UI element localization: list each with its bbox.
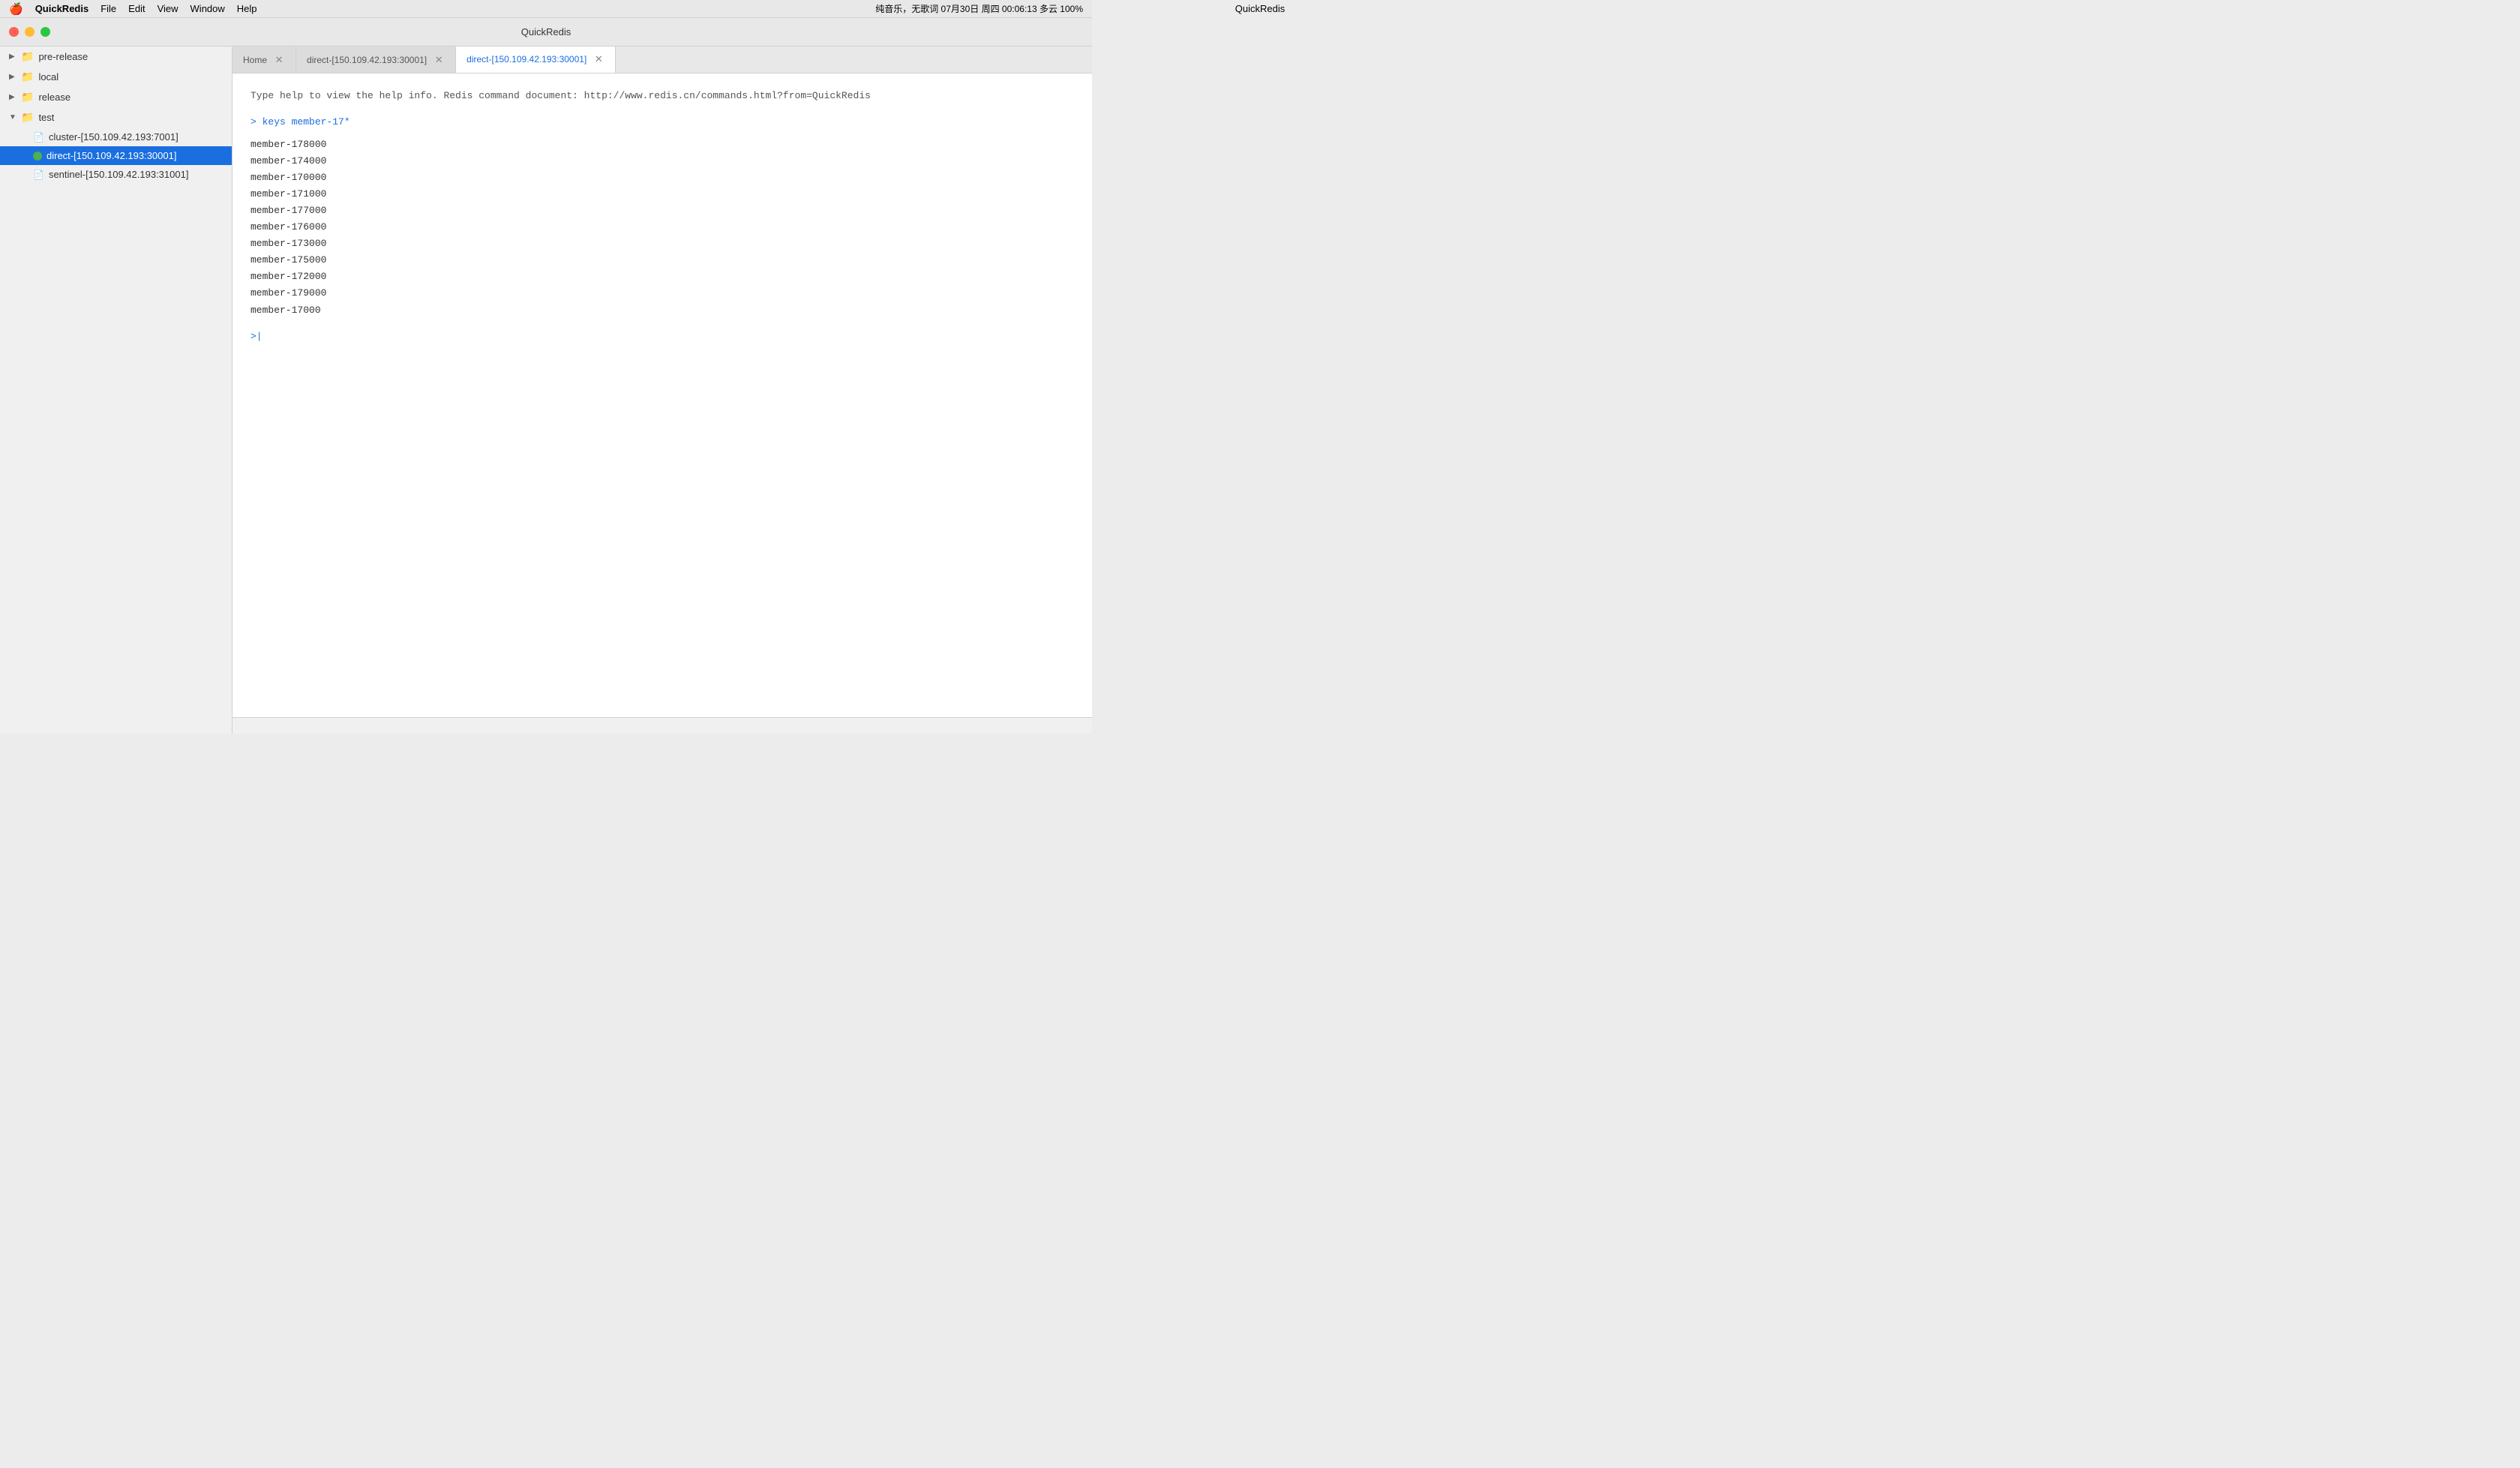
menu-file[interactable]: File [100,3,116,14]
folder-icon: 📁 [21,111,34,124]
folder-icon: 📁 [21,50,34,63]
sidebar-item-sentinel[interactable]: ▶ 📄 sentinel-[150.109.42.193:31001] [0,165,232,184]
window-title: QuickRedis [521,26,571,38]
sidebar: ▶ 📁 pre-release ▶ 📁 local ▶ 📁 release ▼ … [0,47,232,734]
terminal-result-line: member-172000 [250,269,1074,285]
sidebar-item-release[interactable]: ▶ 📁 release [0,87,232,107]
connected-icon [33,152,42,161]
main-layout: ▶ 📁 pre-release ▶ 📁 local ▶ 📁 release ▼ … [0,47,1092,734]
app-window: QuickRedis ▶ 📁 pre-release ▶ 📁 local ▶ 📁… [0,18,1092,734]
sidebar-label-test: test [38,112,223,123]
chevron-right-icon: ▶ [9,53,20,61]
tab-direct2-label: direct-[150.109.42.193:30001] [466,54,586,65]
sidebar-item-pre-release[interactable]: ▶ 📁 pre-release [0,47,232,67]
sidebar-label-cluster: cluster-[150.109.42.193:7001] [49,131,223,143]
menu-bar-right: 纯音乐，无歌词 07月30日 周四 00:06:13 多云 100% [875,2,1083,15]
terminal-command: keys member-17* [250,115,1074,131]
terminal-help-text: Type help to view the help info. Redis c… [250,89,1074,104]
folder-icon: 📁 [21,91,34,104]
chevron-down-icon: ▼ [9,113,20,122]
tab-home[interactable]: Home ✕ [232,47,296,74]
menu-edit[interactable]: Edit [128,3,145,14]
app-name[interactable]: QuickRedis [35,3,89,14]
menu-bar: 🍎 QuickRedis File Edit View Window Help … [0,0,1092,18]
menu-window[interactable]: Window [190,3,225,14]
terminal-result-line: member-173000 [250,236,1074,252]
terminal-prompt[interactable]: >| [250,329,1074,345]
terminal-result-line: member-174000 [250,153,1074,170]
tab-direct2-close[interactable]: ✕ [592,53,604,65]
terminal-result-line: member-176000 [250,219,1074,236]
sidebar-label-direct: direct-[150.109.42.193:30001] [46,150,223,161]
terminal-result-line: member-170000 [250,170,1074,186]
terminal-result-line: member-175000 [250,252,1074,269]
terminal[interactable]: Type help to view the help info. Redis c… [232,74,1092,717]
file-icon: 📄 [33,170,44,180]
bottom-bar [232,717,1092,734]
chevron-right-icon: ▶ [9,73,20,81]
sidebar-item-local[interactable]: ▶ 📁 local [0,67,232,87]
terminal-result-line: member-178000 [250,137,1074,153]
tab-direct2[interactable]: direct-[150.109.42.193:30001] ✕ [456,47,616,74]
sidebar-item-test[interactable]: ▼ 📁 test [0,107,232,128]
terminal-result-line: member-177000 [250,203,1074,219]
apple-logo[interactable]: 🍎 [9,2,23,16]
terminal-result-line: member-17000 [250,302,1074,319]
title-bar: QuickRedis [0,18,1092,47]
sidebar-item-cluster[interactable]: ▶ 📄 cluster-[150.109.42.193:7001] [0,128,232,146]
sidebar-label-sentinel: sentinel-[150.109.42.193:31001] [49,169,223,180]
file-icon: 📄 [33,132,44,143]
tab-direct1[interactable]: direct-[150.109.42.193:30001] ✕ [296,47,456,74]
chevron-right-icon: ▶ [9,93,20,101]
tab-bar: Home ✕ direct-[150.109.42.193:30001] ✕ d… [232,47,1092,74]
minimize-button[interactable] [25,27,34,37]
terminal-result-line: member-171000 [250,186,1074,203]
sidebar-item-direct[interactable]: ▶ direct-[150.109.42.193:30001] [0,146,232,165]
fullscreen-button[interactable] [40,27,50,37]
sidebar-label-pre-release: pre-release [38,51,223,62]
traffic-lights [9,27,50,37]
menu-bar-left: 🍎 QuickRedis File Edit View Window Help [9,2,257,16]
tab-home-label: Home [243,55,267,65]
tab-direct1-close[interactable]: ✕ [433,54,445,66]
menu-bar-center: QuickRedis [1235,3,1285,14]
close-button[interactable] [9,27,19,37]
content-area: Home ✕ direct-[150.109.42.193:30001] ✕ d… [232,47,1092,734]
menu-help[interactable]: Help [237,3,257,14]
menu-view[interactable]: View [158,3,178,14]
terminal-result: member-178000member-174000member-170000m… [250,137,1074,319]
tab-direct1-label: direct-[150.109.42.193:30001] [307,55,427,65]
folder-icon: 📁 [21,71,34,83]
sidebar-label-local: local [38,71,223,83]
sidebar-label-release: release [38,92,223,103]
terminal-result-line: member-179000 [250,285,1074,302]
tab-home-close[interactable]: ✕ [273,54,285,66]
